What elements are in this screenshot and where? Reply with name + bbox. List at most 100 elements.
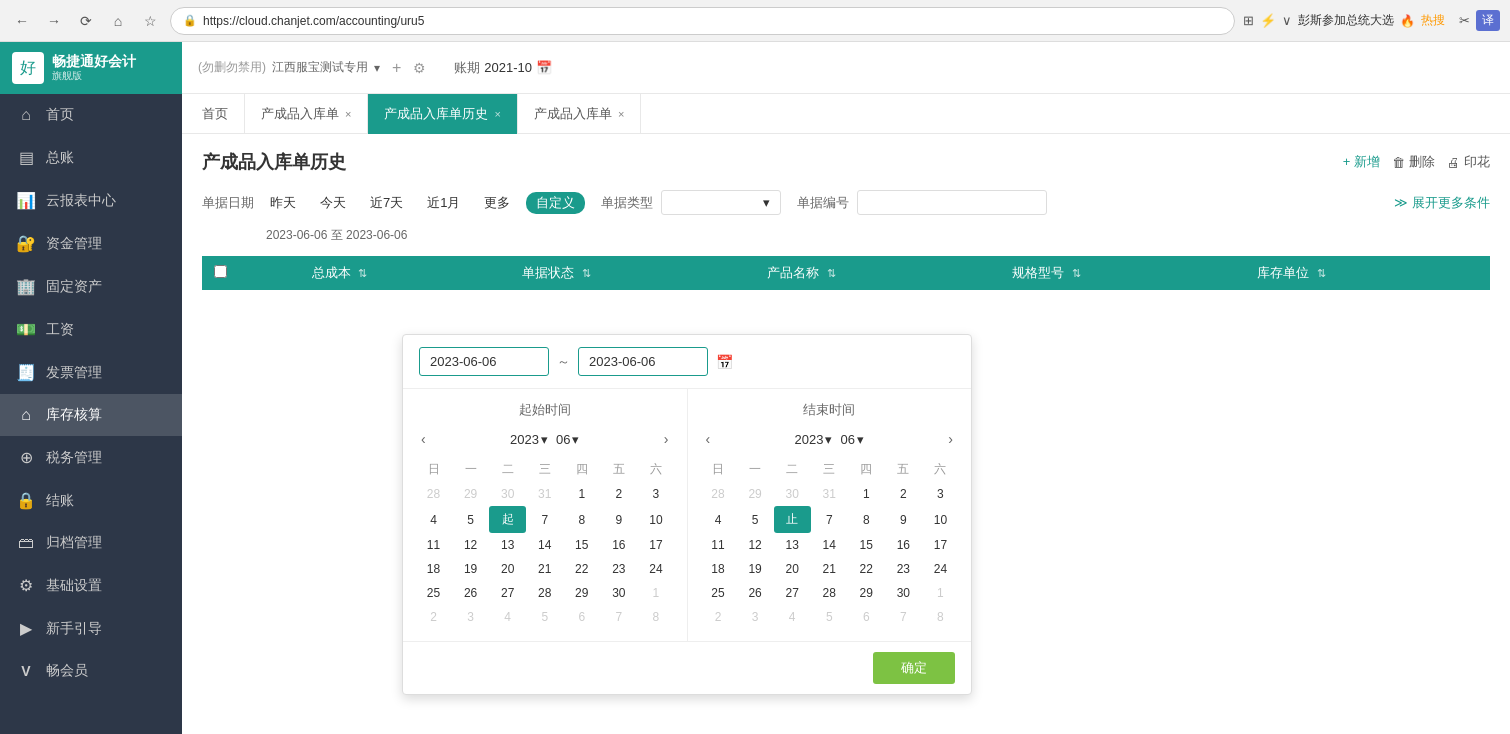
tab-history[interactable]: 产成品入库单历史 × [368, 94, 517, 134]
cal-day[interactable]: 3 [637, 482, 674, 506]
custom-button[interactable]: 自定义 [526, 192, 585, 214]
cal-day[interactable]: 31 [811, 482, 848, 506]
cal-day-selected-end[interactable]: 止 [774, 506, 811, 533]
calendar-picker-icon[interactable]: 📅 [716, 354, 733, 370]
1month-button[interactable]: 近1月 [419, 192, 468, 214]
sidebar-item-inventory[interactable]: ⌂ 库存核算 [0, 394, 182, 436]
add-company-icon[interactable]: + [392, 59, 401, 77]
cal-day[interactable]: 1 [563, 482, 600, 506]
more-button[interactable]: 更多 [476, 192, 518, 214]
cal-day[interactable]: 27 [774, 581, 811, 605]
cal-day[interactable]: 23 [600, 557, 637, 581]
type-select[interactable]: ▾ [661, 190, 781, 215]
cal-day[interactable]: 10 [922, 506, 959, 533]
end-next-button[interactable]: › [942, 429, 959, 449]
cal-day[interactable]: 6 [848, 605, 885, 629]
7days-button[interactable]: 近7天 [362, 192, 411, 214]
sidebar-item-tax[interactable]: ⊕ 税务管理 [0, 436, 182, 479]
cal-day[interactable]: 4 [489, 605, 526, 629]
col-spec[interactable]: 规格型号 ⇅ [1000, 256, 1245, 290]
number-filter-input[interactable] [857, 190, 1047, 215]
cal-day[interactable]: 7 [885, 605, 922, 629]
tab-close-button[interactable]: × [494, 108, 500, 120]
browser-refresh-button[interactable]: ⟳ [74, 9, 98, 33]
cal-day[interactable]: 3 [737, 605, 774, 629]
cal-day[interactable]: 24 [637, 557, 674, 581]
cal-day[interactable]: 28 [526, 581, 563, 605]
scissors-icon[interactable]: ✂ [1459, 13, 1470, 28]
cal-day[interactable]: 5 [737, 506, 774, 533]
cal-day[interactable]: 8 [563, 506, 600, 533]
cal-day[interactable]: 1 [922, 581, 959, 605]
cal-day[interactable]: 18 [700, 557, 737, 581]
cal-day[interactable]: 30 [600, 581, 637, 605]
cal-day[interactable]: 24 [922, 557, 959, 581]
col-checkbox[interactable] [202, 256, 300, 290]
lightning-icon[interactable]: ⚡ [1260, 13, 1276, 28]
col-unit[interactable]: 库存单位 ⇅ [1245, 256, 1490, 290]
end-month-selector[interactable]: 06 ▾ [840, 432, 863, 447]
col-total-cost[interactable]: 总成本 ⇅ [300, 256, 511, 290]
cal-day[interactable]: 8 [848, 506, 885, 533]
cal-day[interactable]: 29 [848, 581, 885, 605]
cal-day[interactable]: 2 [700, 605, 737, 629]
cal-day[interactable]: 19 [737, 557, 774, 581]
cal-day[interactable]: 16 [885, 533, 922, 557]
cal-day[interactable]: 17 [637, 533, 674, 557]
cal-day[interactable]: 2 [415, 605, 452, 629]
cal-day[interactable]: 29 [563, 581, 600, 605]
end-prev-button[interactable]: ‹ [700, 429, 717, 449]
cal-day[interactable]: 2 [885, 482, 922, 506]
cal-day[interactable]: 15 [563, 533, 600, 557]
cal-day[interactable]: 8 [637, 605, 674, 629]
cal-day[interactable]: 22 [848, 557, 885, 581]
cal-day[interactable]: 28 [811, 581, 848, 605]
browser-url-bar[interactable]: 🔒 https://cloud.chanjet.com/accounting/u… [170, 7, 1235, 35]
cal-day[interactable]: 19 [452, 557, 489, 581]
browser-back-button[interactable]: ← [10, 9, 34, 33]
cal-day[interactable]: 28 [700, 482, 737, 506]
cal-day[interactable]: 10 [637, 506, 674, 533]
cal-day[interactable]: 26 [737, 581, 774, 605]
cal-day[interactable]: 30 [885, 581, 922, 605]
cal-day[interactable]: 16 [600, 533, 637, 557]
cal-day[interactable]: 26 [452, 581, 489, 605]
sidebar-item-guide[interactable]: ▶ 新手引导 [0, 607, 182, 650]
select-all-checkbox[interactable] [214, 265, 227, 278]
cal-day[interactable]: 22 [563, 557, 600, 581]
col-product[interactable]: 产品名称 ⇅ [755, 256, 1000, 290]
cal-day[interactable]: 4 [415, 506, 452, 533]
cal-day[interactable]: 8 [922, 605, 959, 629]
cal-day[interactable]: 25 [415, 581, 452, 605]
browser-home-button[interactable]: ⌂ [106, 9, 130, 33]
expand-conditions-button[interactable]: ≫ 展开更多条件 [1394, 194, 1490, 212]
cal-day[interactable]: 1 [637, 581, 674, 605]
cal-day[interactable]: 28 [415, 482, 452, 506]
col-status[interactable]: 单据状态 ⇅ [510, 256, 755, 290]
start-next-button[interactable]: › [658, 429, 675, 449]
sidebar-item-home[interactable]: ⌂ 首页 [0, 94, 182, 136]
end-date-input[interactable] [578, 347, 708, 376]
browser-star-button[interactable]: ☆ [138, 9, 162, 33]
cal-day[interactable]: 11 [415, 533, 452, 557]
cal-day[interactable]: 7 [811, 506, 848, 533]
cal-day[interactable]: 21 [811, 557, 848, 581]
grid-icon[interactable]: ⊞ [1243, 13, 1254, 28]
cal-day[interactable]: 25 [700, 581, 737, 605]
cal-day[interactable]: 13 [774, 533, 811, 557]
cal-day[interactable]: 12 [452, 533, 489, 557]
cal-day-selected[interactable]: 起 [489, 506, 526, 533]
cal-day[interactable]: 4 [700, 506, 737, 533]
start-month-selector[interactable]: 06 ▾ [556, 432, 579, 447]
tab-home[interactable]: 首页 [186, 94, 245, 134]
cal-day[interactable]: 29 [452, 482, 489, 506]
cal-day[interactable]: 14 [811, 533, 848, 557]
confirm-button[interactable]: 确定 [873, 652, 955, 684]
cal-day[interactable]: 20 [774, 557, 811, 581]
cal-day[interactable]: 27 [489, 581, 526, 605]
cal-day[interactable]: 29 [737, 482, 774, 506]
cal-day[interactable]: 7 [526, 506, 563, 533]
sidebar-item-funds[interactable]: 🔐 资金管理 [0, 222, 182, 265]
cal-day[interactable]: 9 [600, 506, 637, 533]
chevron-down-icon[interactable]: ∨ [1282, 13, 1292, 28]
